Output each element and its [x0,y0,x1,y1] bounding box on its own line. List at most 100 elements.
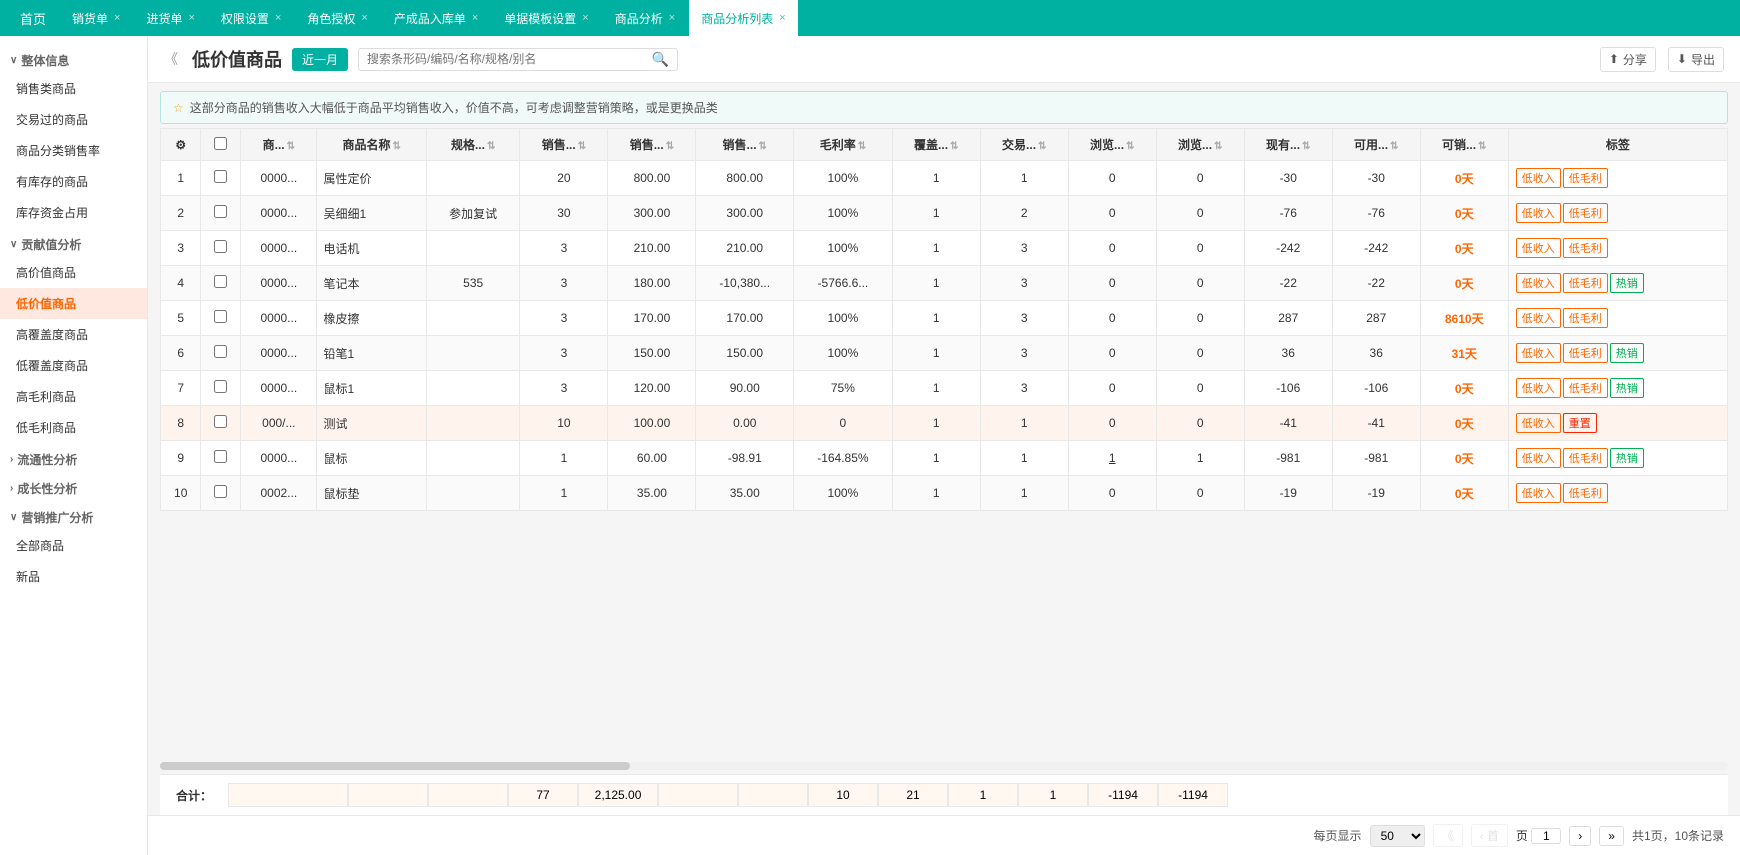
scrollbar-thumb[interactable] [160,762,630,770]
td-view1[interactable]: 0 [1068,336,1156,371]
search-input[interactable] [367,52,652,66]
sidebar-item-category-sales[interactable]: 商品分类销售率 [0,135,147,166]
td-checkbox[interactable] [201,441,241,476]
th-sale1[interactable]: 销售...⇅ [520,129,608,161]
sidebar-item-sales-goods[interactable]: 销售类商品 [0,73,147,104]
td-view1[interactable]: 1 [1068,441,1156,476]
nav-sales[interactable]: 销货单 × [60,0,132,36]
td-checkbox[interactable] [201,266,241,301]
nav-instock-close[interactable]: × [472,12,478,24]
view1-link[interactable]: 1 [1109,451,1116,465]
last-page-btn[interactable]: » [1599,826,1624,846]
th-view1[interactable]: 浏览...⇅ [1068,129,1156,161]
nav-role-close[interactable]: × [361,12,367,24]
td-checkbox[interactable] [201,371,241,406]
nav-role[interactable]: 角色授权 × [295,0,379,36]
filter-recent-month-btn[interactable]: 近一月 [292,48,348,71]
th-trade[interactable]: 交易...⇅ [980,129,1068,161]
td-view1[interactable]: 0 [1068,196,1156,231]
sidebar-item-new-goods[interactable]: 新品 [0,561,147,592]
td-view1[interactable]: 0 [1068,266,1156,301]
sidebar-item-traded-goods[interactable]: 交易过的商品 [0,104,147,135]
sidebar-group-marketing[interactable]: ∨ 营销推广分析 [0,501,147,530]
th-spec[interactable]: 规格...⇅ [426,129,520,161]
nav-permission[interactable]: 权限设置 × [209,0,293,36]
sidebar-item-low-profit[interactable]: 低毛利商品 [0,412,147,443]
td-checkbox[interactable] [201,476,241,511]
page-number-input[interactable] [1531,828,1561,844]
nav-purchase[interactable]: 进货单 × [134,0,206,36]
nav-analysis-close[interactable]: × [669,12,675,24]
td-checkbox[interactable] [201,406,241,441]
prev-page-btn[interactable]: ‹ 首 [1471,824,1508,847]
nav-home[interactable]: 首页 [8,0,58,36]
sidebar-item-high-value[interactable]: 高价值商品 [0,257,147,288]
sidebar-item-stock-goods[interactable]: 有库存的商品 [0,166,147,197]
td-view1[interactable]: 0 [1068,231,1156,266]
row-checkbox[interactable] [214,240,227,253]
td-view1[interactable]: 0 [1068,406,1156,441]
row-checkbox[interactable] [214,380,227,393]
row-checkbox[interactable] [214,310,227,323]
td-checkbox[interactable] [201,196,241,231]
td-checkbox[interactable] [201,161,241,196]
td-view1[interactable]: 0 [1068,371,1156,406]
sidebar-item-all-goods[interactable]: 全部商品 [0,530,147,561]
row-checkbox[interactable] [214,415,227,428]
sidebar-item-high-coverage[interactable]: 高覆盖度商品 [0,319,147,350]
row-checkbox[interactable] [214,485,227,498]
data-table-wrapper[interactable]: ⚙ 商...⇅ 商品名称⇅ 规格...⇅ 销售...⇅ 销售...⇅ 销售...… [160,128,1728,760]
td-checkbox[interactable] [201,231,241,266]
td-view1[interactable]: 0 [1068,476,1156,511]
th-checkbox[interactable] [201,129,241,161]
horizontal-scrollbar[interactable] [160,762,1728,770]
th-code[interactable]: 商...⇅ [241,129,317,161]
row-checkbox[interactable] [214,170,227,183]
sidebar-item-low-coverage[interactable]: 低覆盖度商品 [0,350,147,381]
sidebar-group-growth[interactable]: › 成长性分析 [0,472,147,501]
nav-template-close[interactable]: × [582,12,588,24]
row-checkbox[interactable] [214,345,227,358]
sidebar-item-stock-capital[interactable]: 库存资金占用 [0,197,147,228]
nav-analysis-list[interactable]: 商品分析列表 × [689,0,797,36]
page-size-select[interactable]: 50 100 200 [1370,825,1425,847]
row-checkbox[interactable] [214,275,227,288]
next-page-btn[interactable]: › [1569,826,1591,846]
th-cover[interactable]: 覆盖...⇅ [892,129,980,161]
first-page-btn[interactable]: 《 [1433,824,1463,847]
sidebar-item-high-profit[interactable]: 高毛利商品 [0,381,147,412]
nav-sales-close[interactable]: × [114,12,120,24]
sidebar-group-contribution[interactable]: ∨ 贡献值分析 [0,228,147,257]
nav-template[interactable]: 单据模板设置 × [492,0,600,36]
share-btn[interactable]: ⬆ 分享 [1600,47,1656,72]
th-gross[interactable]: 毛利率⇅ [794,129,893,161]
th-sale2[interactable]: 销售...⇅ [608,129,696,161]
th-tags[interactable]: 标签 [1508,129,1727,161]
td-checkbox[interactable] [201,336,241,371]
nav-purchase-close[interactable]: × [188,12,194,24]
th-days[interactable]: 可销...⇅ [1420,129,1508,161]
th-settings[interactable]: ⚙ [161,129,201,161]
nav-analysis-list-close[interactable]: × [779,12,785,24]
nav-analysis[interactable]: 商品分析 × [603,0,687,36]
th-stock2[interactable]: 可用...⇅ [1332,129,1420,161]
td-view1[interactable]: 0 [1068,161,1156,196]
row-checkbox[interactable] [214,450,227,463]
td-checkbox[interactable] [201,301,241,336]
th-sale3[interactable]: 销售...⇅ [696,129,794,161]
th-name[interactable]: 商品名称⇅ [317,129,426,161]
th-view2[interactable]: 浏览...⇅ [1156,129,1244,161]
td-view1[interactable]: 0 [1068,301,1156,336]
collapse-sidebar-btn[interactable]: 《 [164,49,178,69]
search-icon[interactable]: 🔍 [652,51,669,68]
th-stock1[interactable]: 现有...⇅ [1244,129,1332,161]
sidebar-item-low-value[interactable]: 低价值商品 [0,288,147,319]
nav-permission-close[interactable]: × [275,12,281,24]
nav-instock[interactable]: 产成品入库单 × [382,0,490,36]
row-checkbox[interactable] [214,205,227,218]
export-btn[interactable]: ⬇ 导出 [1668,47,1724,72]
sidebar-group-flow[interactable]: › 流通性分析 [0,443,147,472]
sidebar-group-overview[interactable]: ∨ 整体信息 [0,44,147,73]
select-all-checkbox[interactable] [214,137,227,150]
td-tags: 低收入低毛利热销 [1508,336,1727,371]
